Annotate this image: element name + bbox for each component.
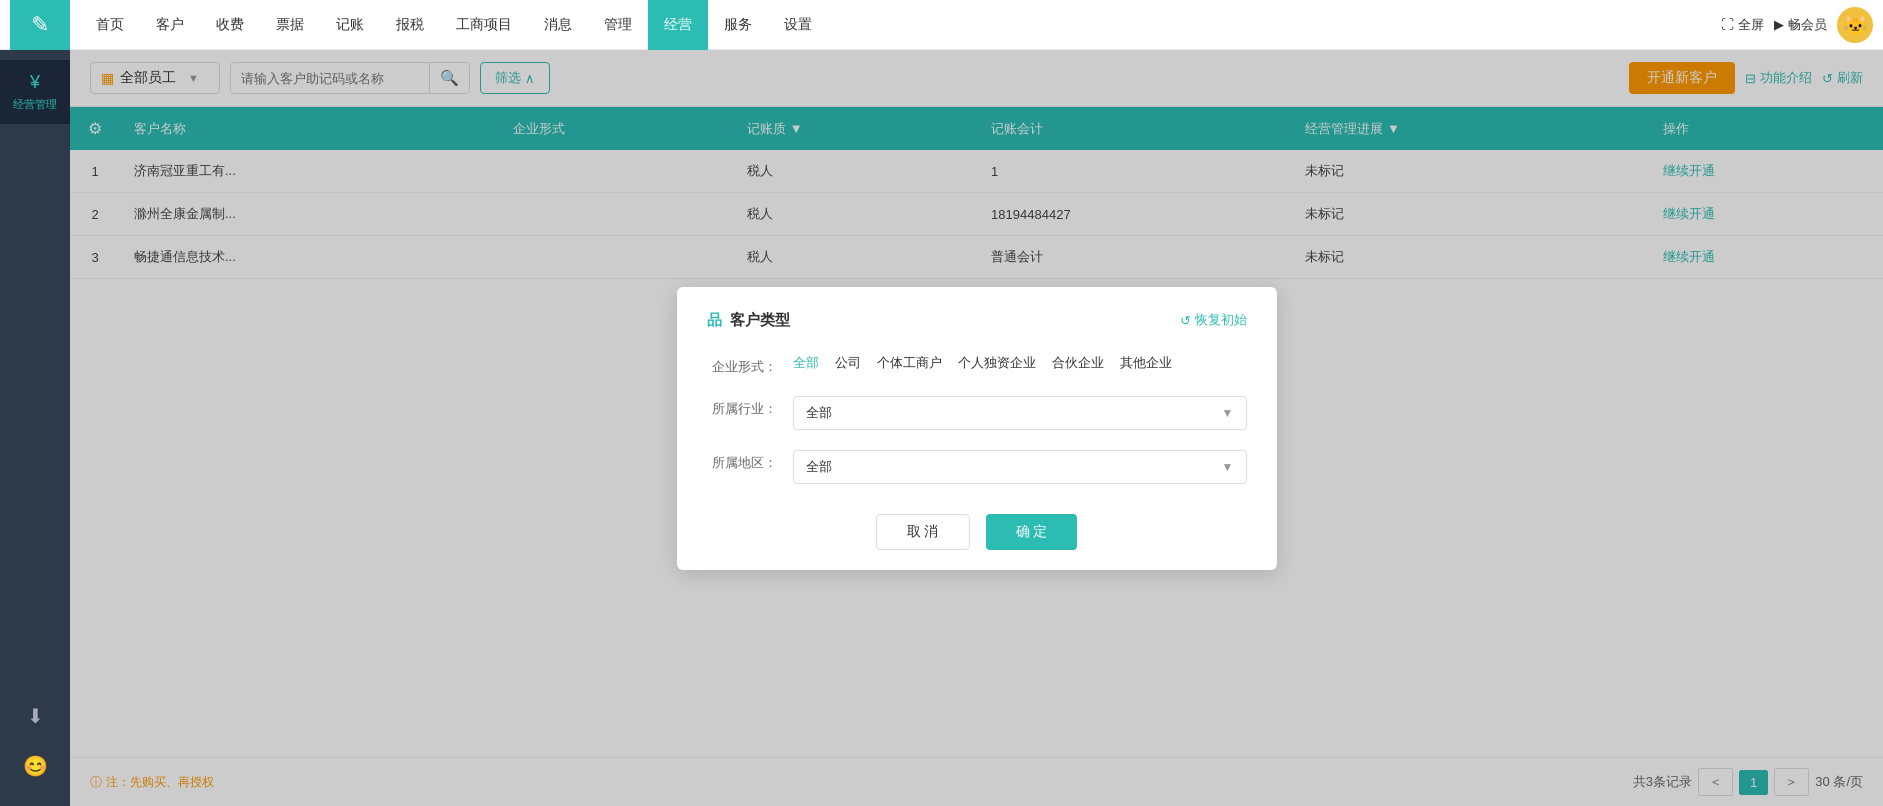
sidebar-bottom: ⬇ 😊 [15,696,56,806]
sidebar: ¥ 经营管理 ⬇ 😊 [0,50,70,806]
sidebar-item-label: 经营管理 [13,97,57,112]
type-other[interactable]: 其他企业 [1120,354,1172,372]
nav-home[interactable]: 首页 [80,0,140,50]
nav-service[interactable]: 服务 [708,0,768,50]
enterprise-types: 全部 公司 个体工商户 个人独资企业 合伙企业 其他企业 [793,354,1247,372]
industry-value: 全部 [806,404,832,422]
type-all[interactable]: 全部 [793,354,819,372]
industry-arrow-icon: ▼ [1222,406,1234,420]
filter-dialog: 品 客户类型 ↺ 恢复初始 企业形式： 全部 公司 个体工商户 [677,287,1277,570]
industry-select[interactable]: 全部 ▼ [793,396,1247,430]
dialog-title-text: 客户类型 [730,311,790,330]
avatar[interactable]: 🐱 [1837,7,1873,43]
cancel-button[interactable]: 取 消 [876,514,970,550]
type-partnership[interactable]: 合伙企业 [1052,354,1104,372]
type-company[interactable]: 公司 [835,354,861,372]
region-field: 全部 ▼ [793,450,1247,484]
nav-industry[interactable]: 工商项目 [440,0,528,50]
fullscreen-icon: ⛶ [1721,17,1734,32]
nav-fee[interactable]: 收费 [200,0,260,50]
dialog-header: 品 客户类型 ↺ 恢复初始 [707,311,1247,330]
dialog-title: 品 客户类型 [707,311,790,330]
yuan-icon: ¥ [30,72,40,93]
industry-label: 所属行业： [707,396,777,418]
nav-message[interactable]: 消息 [528,0,588,50]
main-content: ▦ 全部员工 ▼ 🔍 筛选 ∧ 开通新客户 ⊟ 功能介绍 ↺ 刷新 [70,50,1883,806]
fullscreen-label: 全屏 [1738,16,1764,34]
nav-accounting[interactable]: 记账 [320,0,380,50]
nav-settings[interactable]: 设置 [768,0,828,50]
dialog-footer: 取 消 确 定 [707,514,1247,550]
download-icon[interactable]: ⬇ [19,696,52,736]
enterprise-form-label: 企业形式： [707,354,777,376]
nav-bills[interactable]: 票据 [260,0,320,50]
reset-icon: ↺ [1180,313,1191,328]
logo-icon: ✎ [31,12,49,38]
dialog-title-icon: 品 [707,311,722,330]
fullscreen-btn[interactable]: ⛶ 全屏 [1721,16,1764,34]
top-nav: ✎ 首页 客户 收费 票据 记账 报税 工商项目 消息 管理 经营 服务 设置 … [0,0,1883,50]
region-label: 所属地区： [707,450,777,472]
layout: ¥ 经营管理 ⬇ 😊 ▦ 全部员工 ▼ 🔍 筛选 ∧ 开通新客户 [0,50,1883,806]
logo: ✎ [10,0,70,50]
nav-customer[interactable]: 客户 [140,0,200,50]
nav-items: 首页 客户 收费 票据 记账 报税 工商项目 消息 管理 经营 服务 设置 [80,0,1721,50]
nav-operation[interactable]: 经营 [648,0,708,50]
member-btn[interactable]: ▶ 畅会员 [1774,16,1827,34]
help-icon[interactable]: 😊 [15,746,56,786]
overlay[interactable]: 品 客户类型 ↺ 恢复初始 企业形式： 全部 公司 个体工商户 [70,50,1883,806]
nav-tax[interactable]: 报税 [380,0,440,50]
reset-label: 恢复初始 [1195,311,1247,329]
nav-right: ⛶ 全屏 ▶ 畅会员 🐱 [1721,7,1873,43]
sidebar-item-operation[interactable]: ¥ 经营管理 [0,60,70,124]
play-icon: ▶ [1774,17,1784,32]
region-row: 所属地区： 全部 ▼ [707,450,1247,484]
region-arrow-icon: ▼ [1222,460,1234,474]
type-sole-proprietorship[interactable]: 个人独资企业 [958,354,1036,372]
dialog-reset-button[interactable]: ↺ 恢复初始 [1180,311,1247,329]
region-value: 全部 [806,458,832,476]
member-label: 畅会员 [1788,16,1827,34]
region-select[interactable]: 全部 ▼ [793,450,1247,484]
industry-row: 所属行业： 全部 ▼ [707,396,1247,430]
nav-manage[interactable]: 管理 [588,0,648,50]
type-individual[interactable]: 个体工商户 [877,354,942,372]
confirm-button[interactable]: 确 定 [986,514,1078,550]
enterprise-form-row: 企业形式： 全部 公司 个体工商户 个人独资企业 合伙企业 其他企业 [707,354,1247,376]
enterprise-form-field: 全部 公司 个体工商户 个人独资企业 合伙企业 其他企业 [793,354,1247,372]
industry-field: 全部 ▼ [793,396,1247,430]
